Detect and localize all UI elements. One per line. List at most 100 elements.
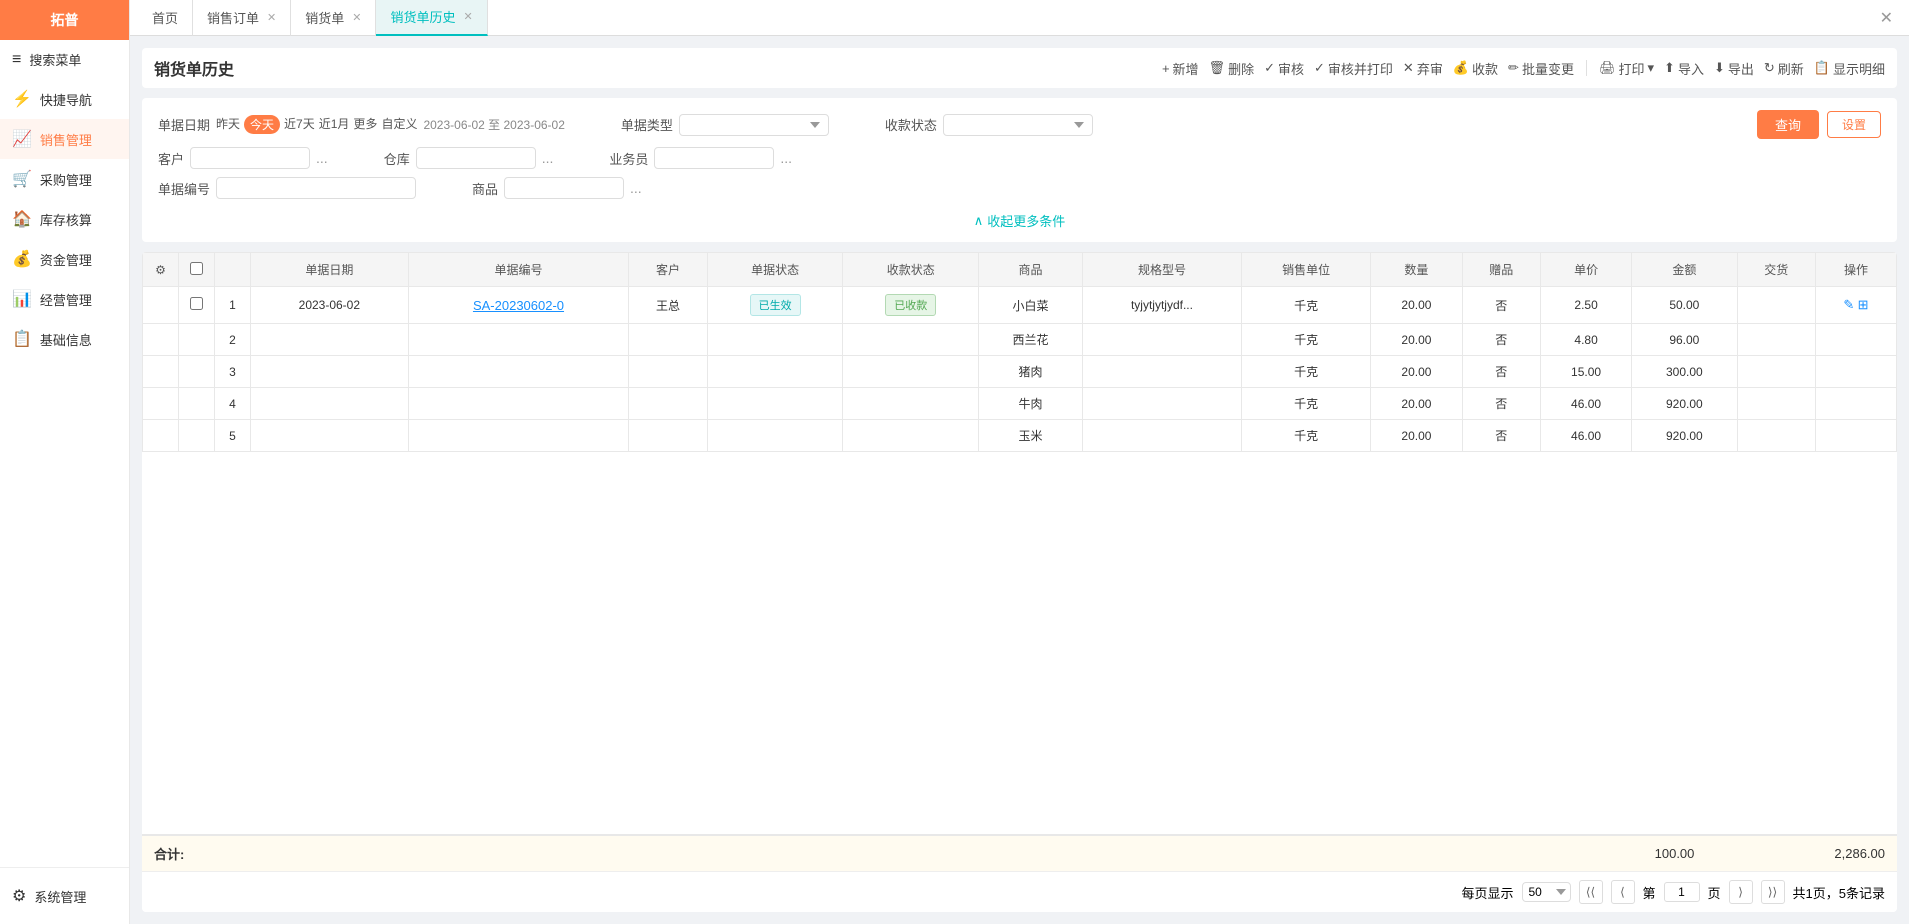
warehouse-label: 仓库 — [384, 149, 410, 168]
goods-input[interactable] — [504, 177, 624, 199]
set-button[interactable]: 设置 — [1827, 111, 1881, 138]
select-all-checkbox[interactable] — [190, 262, 203, 275]
warehouse-input[interactable] — [416, 147, 536, 169]
row-spec: tyjytjytjydf... — [1082, 287, 1241, 324]
th-goods[interactable]: 商品 — [979, 253, 1083, 287]
approve-print-button[interactable]: ✓ 审核并打印 — [1314, 59, 1393, 78]
show-detail-button[interactable]: 📋 显示明细 — [1814, 59, 1885, 78]
row-check[interactable] — [179, 356, 215, 388]
th-unit-price[interactable]: 单价 — [1540, 253, 1631, 287]
th-customer[interactable]: 客户 — [629, 253, 707, 287]
collapse-button[interactable]: ∧ 收起更多条件 — [974, 211, 1066, 230]
print-button[interactable]: 🖨 打印 ▾ — [1599, 59, 1654, 78]
row-spec — [1082, 324, 1241, 356]
salesperson-input[interactable] — [654, 147, 774, 169]
th-doc-date[interactable]: 单据日期 — [251, 253, 409, 287]
sidebar-item-inventory[interactable]: 🏠 库存核算 — [0, 199, 129, 239]
query-button[interactable]: 查询 — [1757, 110, 1819, 139]
shortcut-last7days[interactable]: 近7天 — [284, 115, 315, 134]
page-number-input[interactable] — [1664, 882, 1700, 902]
shortcut-last1month[interactable]: 近1月 — [319, 115, 350, 134]
per-page-select[interactable]: 50 100 200 — [1522, 882, 1571, 902]
add-button[interactable]: + 新增 — [1162, 59, 1199, 78]
import-button[interactable]: ⬆ 导入 — [1664, 59, 1704, 78]
sidebar-item-search-menu[interactable]: ≡ 搜索菜单 — [0, 40, 129, 79]
edit-action[interactable]: ✎ — [1843, 297, 1854, 312]
export-button[interactable]: ⬇ 导出 — [1714, 59, 1754, 78]
sidebar-item-finance[interactable]: 💰 资金管理 — [0, 239, 129, 279]
tab-sales-history[interactable]: 销货单历史 ✕ — [376, 0, 487, 36]
customer-input[interactable] — [190, 147, 310, 169]
shortcut-yesterday[interactable]: 昨天 — [216, 115, 240, 134]
sidebar-item-label: 销售管理 — [40, 130, 92, 149]
more-action[interactable]: ⊞ — [1858, 297, 1869, 312]
page-label: 第 — [1643, 883, 1656, 902]
row-no: 5 — [215, 420, 251, 452]
th-gift[interactable]: 赠品 — [1462, 253, 1540, 287]
row-check[interactable] — [179, 388, 215, 420]
abandon-button[interactable]: ✕ 弃审 — [1403, 59, 1443, 78]
tab-home[interactable]: 首页 — [138, 0, 193, 36]
delete-button[interactable]: 🗑 删除 — [1209, 59, 1255, 78]
payment-status-select[interactable] — [943, 114, 1093, 136]
goods-ellipsis[interactable]: ... — [630, 180, 642, 196]
row-transaction — [1737, 388, 1815, 420]
th-sales-unit[interactable]: 销售单位 — [1241, 253, 1370, 287]
tab-sales-goods[interactable]: 销货单 ✕ — [291, 0, 376, 36]
doc-no-input[interactable] — [216, 177, 416, 199]
row-sales-unit: 千克 — [1241, 420, 1370, 452]
toolbar: + 新增 🗑 删除 ✓ 审核 ✓ 审核并打印 ✕ 弃审 — [1162, 59, 1885, 78]
sidebar-item-operations[interactable]: 📊 经营管理 — [0, 279, 129, 319]
first-page-button[interactable]: ⟨⟨ — [1579, 880, 1603, 904]
sidebar-item-basic-info[interactable]: 📋 基础信息 — [0, 319, 129, 359]
row-action: ✎ ⊞ — [1815, 287, 1896, 324]
warehouse-ellipsis[interactable]: ... — [542, 150, 554, 166]
th-payment-status[interactable]: 收款状态 — [843, 253, 979, 287]
tab-sales-goods-close[interactable]: ✕ — [352, 11, 361, 24]
th-doc-no[interactable]: 单据编号 — [408, 253, 629, 287]
date-range-text: 2023-06-02 至 2023-06-02 — [423, 116, 564, 133]
th-qty[interactable]: 数量 — [1371, 253, 1462, 287]
shortcut-custom[interactable]: 自定义 — [381, 115, 417, 134]
row-doc-no — [408, 356, 629, 388]
last-page-button[interactable]: ⟩⟩ — [1761, 880, 1785, 904]
close-all-tabs-button[interactable]: ✕ — [1872, 8, 1901, 28]
tab-sales-order[interactable]: 销售订单 ✕ — [193, 0, 291, 36]
sidebar-item-sales-mgmt[interactable]: 📈 销售管理 — [0, 119, 129, 159]
doc-type-select[interactable] — [679, 114, 829, 136]
batch-change-label: 批量变更 — [1522, 59, 1574, 78]
customer-ellipsis[interactable]: ... — [316, 150, 328, 166]
batch-change-icon: ✏ — [1508, 60, 1519, 76]
approve-button[interactable]: ✓ 审核 — [1264, 59, 1304, 78]
row-check[interactable] — [179, 324, 215, 356]
tab-sales-history-close[interactable]: ✕ — [464, 10, 473, 23]
refresh-label: 刷新 — [1778, 59, 1804, 78]
sidebar-item-system-mgmt[interactable]: ⚙ 系统管理 — [0, 876, 129, 916]
doc-no-link[interactable]: SA-20230602-0 — [473, 298, 564, 313]
tab-sales-order-close[interactable]: ✕ — [267, 11, 276, 24]
filter-row-2: 客户 ... 仓库 ... 业务员 ... — [158, 147, 1881, 169]
doc-no-label: 单据编号 — [158, 179, 210, 198]
th-gear[interactable]: ⚙ — [143, 253, 179, 287]
batch-change-button[interactable]: ✏ 批量变更 — [1508, 59, 1574, 78]
next-page-button[interactable]: ⟩ — [1729, 880, 1753, 904]
export-label: 导出 — [1728, 59, 1754, 78]
sidebar-item-purchase-mgmt[interactable]: 🛒 采购管理 — [0, 159, 129, 199]
th-doc-status[interactable]: 单据状态 — [707, 253, 843, 287]
refresh-button[interactable]: ↻ 刷新 — [1764, 59, 1804, 78]
salesperson-ellipsis[interactable]: ... — [780, 150, 792, 166]
th-check[interactable] — [179, 253, 215, 287]
collect-button[interactable]: 💰 收款 — [1453, 59, 1498, 78]
row-check[interactable] — [179, 287, 215, 324]
footer-amount-value: 2,286.00 — [1834, 846, 1885, 861]
sidebar-item-quick-nav[interactable]: ⚡ 快捷导航 — [0, 79, 129, 119]
row-checkbox[interactable] — [190, 297, 203, 310]
row-check[interactable] — [179, 420, 215, 452]
th-spec[interactable]: 规格型号 — [1082, 253, 1241, 287]
row-gift: 否 — [1462, 287, 1540, 324]
shortcut-today[interactable]: 今天 — [244, 115, 280, 134]
shortcut-more[interactable]: 更多 — [353, 115, 377, 134]
prev-page-button[interactable]: ⟨ — [1611, 880, 1635, 904]
row-spec — [1082, 388, 1241, 420]
row-no: 4 — [215, 388, 251, 420]
